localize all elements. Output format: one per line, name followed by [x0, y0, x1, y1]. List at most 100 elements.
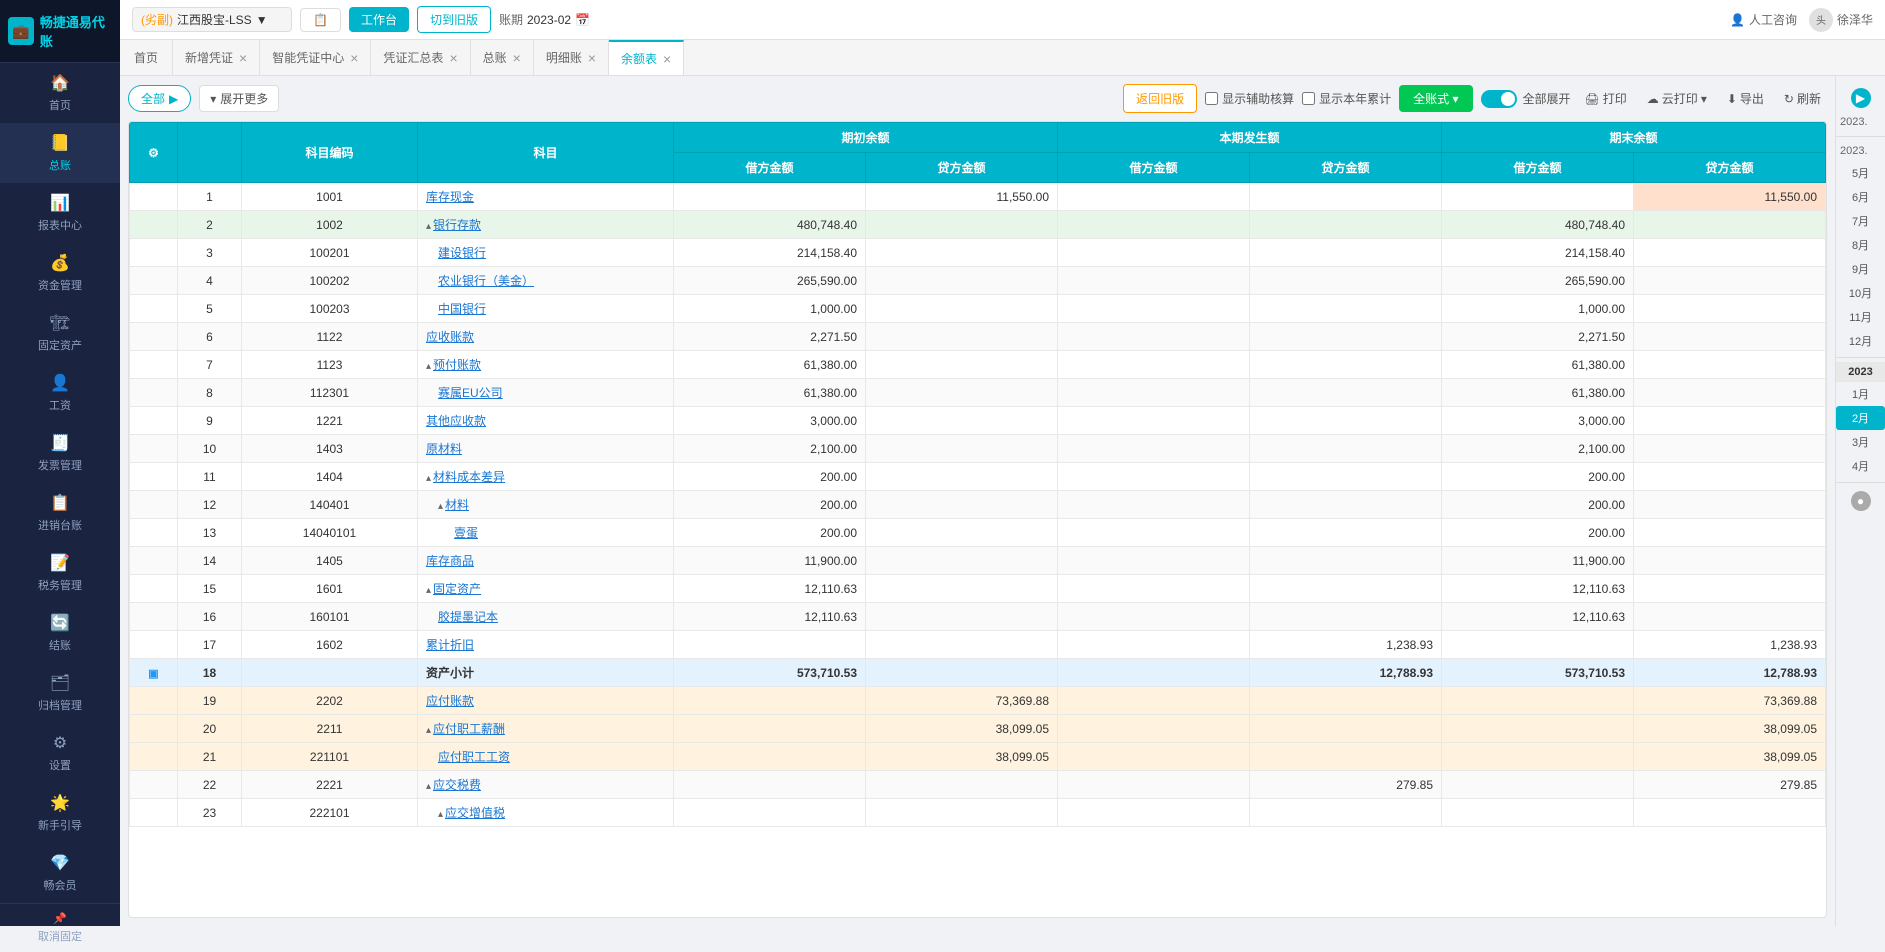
row-name[interactable]: ▴材料 — [418, 491, 674, 519]
month-12[interactable]: 12月 — [1836, 329, 1885, 353]
account-name-link[interactable]: 壹蛋 — [454, 526, 478, 540]
tab-detail-ledger-close[interactable]: × — [588, 51, 596, 65]
month-3[interactable]: 3月 — [1836, 430, 1885, 454]
account-name-link[interactable]: 累计折旧 — [426, 638, 474, 652]
row-name[interactable]: ▴应付职工薪酬 — [418, 715, 674, 743]
row-name[interactable]: ▴固定资产 — [418, 575, 674, 603]
refresh-button[interactable]: ↻ 刷新 — [1778, 86, 1827, 111]
row-name[interactable]: 应付职工工资 — [418, 743, 674, 771]
account-name-link[interactable]: 农业银行（美金） — [438, 274, 534, 288]
tab-voucher-summary[interactable]: 凭证汇总表 × — [371, 40, 470, 75]
show-ytd-input[interactable] — [1302, 92, 1315, 105]
tab-voucher-summary-close[interactable]: × — [449, 51, 457, 65]
switch-version-button[interactable]: 切到旧版 — [417, 6, 491, 33]
tab-balance-sheet[interactable]: 余额表 × — [609, 40, 684, 75]
row-name[interactable]: 建设银行 — [418, 239, 674, 267]
row-name[interactable]: 其他应收款 — [418, 407, 674, 435]
account-name-link[interactable]: 材料 — [445, 498, 469, 512]
account-name-link[interactable]: 建设银行 — [438, 246, 486, 260]
month-6[interactable]: 6月 — [1836, 185, 1885, 209]
row-name[interactable]: 原材料 — [418, 435, 674, 463]
account-name-link[interactable]: 库存现金 — [426, 190, 474, 204]
account-name-link[interactable]: 赛属EU公司 — [438, 386, 503, 400]
filter-all-button[interactable]: 全部 ▶ — [128, 85, 191, 112]
row-name[interactable]: ▴应交增值税 — [418, 799, 674, 827]
row-name[interactable]: 农业银行（美金） — [418, 267, 674, 295]
sidebar-item-guide[interactable]: 🌟 新手引导 — [0, 783, 120, 843]
account-name-link[interactable]: 应付职工工资 — [438, 750, 510, 764]
account-name-link[interactable]: 中国银行 — [438, 302, 486, 316]
return-old-button[interactable]: 返回旧版 — [1123, 84, 1197, 113]
th-config[interactable]: ⚙ — [130, 123, 178, 183]
account-name-link[interactable]: 材料成本差异 — [433, 470, 505, 484]
account-name-link[interactable]: 银行存款 — [433, 218, 481, 232]
sidebar-item-settle[interactable]: 🔄 结账 — [0, 603, 120, 663]
print-button[interactable]: 🖨 打印 — [1579, 86, 1633, 111]
row-name[interactable]: 胶提墨记本 — [418, 603, 674, 631]
account-name-link[interactable]: 应交增值税 — [445, 806, 505, 820]
copy-company-button[interactable]: 📋 — [300, 8, 341, 32]
account-name-link[interactable]: 应交税费 — [433, 778, 481, 792]
month-7[interactable]: 7月 — [1836, 209, 1885, 233]
account-name-link[interactable]: 其他应收款 — [426, 414, 486, 428]
account-name-link[interactable]: 固定资产 — [433, 582, 481, 596]
right-panel-close[interactable]: ▶ — [1851, 88, 1871, 108]
month-8[interactable]: 8月 — [1836, 233, 1885, 257]
row-name[interactable]: 赛属EU公司 — [418, 379, 674, 407]
month-4[interactable]: 4月 — [1836, 454, 1885, 478]
unpin-button[interactable]: 📌 取消固定 — [0, 904, 120, 952]
export-button[interactable]: ⬇ 导出 — [1721, 86, 1770, 111]
month-10[interactable]: 10月 — [1836, 281, 1885, 305]
account-name-link[interactable]: 胶提墨记本 — [438, 610, 498, 624]
show-auxiliary-input[interactable] — [1205, 92, 1218, 105]
cloud-print-button[interactable]: ☁ 云打印 ▾ — [1641, 86, 1713, 111]
company-selector[interactable]: (劣副) 江西股宝-LSS ▼ — [132, 7, 292, 32]
show-ytd-checkbox[interactable]: 显示本年累计 — [1302, 90, 1391, 107]
sidebar-item-ledger[interactable]: 📒 总账 — [0, 123, 120, 183]
tab-smart-voucher[interactable]: 智能凭证中心 × — [260, 40, 371, 75]
year-2023-current[interactable]: 2023 — [1836, 362, 1885, 382]
user-menu[interactable]: 头 徐泽华 — [1809, 8, 1873, 32]
expand-more-button[interactable]: ▾ 展开更多 — [199, 85, 279, 112]
row-name[interactable]: 中国银行 — [418, 295, 674, 323]
row-name[interactable]: ▴预付账款 — [418, 351, 674, 379]
month-2[interactable]: 2月 — [1836, 406, 1885, 430]
sidebar-item-vip[interactable]: 💎 畅会员 — [0, 843, 120, 903]
month-11[interactable]: 11月 — [1836, 305, 1885, 329]
account-name-link[interactable]: 预付账款 — [433, 358, 481, 372]
account-name-link[interactable]: 应付职工薪酬 — [433, 722, 505, 736]
row-name[interactable]: 壹蛋 — [418, 519, 674, 547]
sidebar-item-reports[interactable]: 📊 报表中心 — [0, 183, 120, 243]
tab-new-voucher-close[interactable]: × — [239, 51, 247, 65]
row-name[interactable]: 库存现金 — [418, 183, 674, 211]
show-auxiliary-checkbox[interactable]: 显示辅助核算 — [1205, 90, 1294, 107]
row-name[interactable]: 应收账款 — [418, 323, 674, 351]
row-name[interactable]: ▴应交税费 — [418, 771, 674, 799]
row-name[interactable]: 累计折旧 — [418, 631, 674, 659]
tab-new-voucher[interactable]: 新增凭证 × — [173, 40, 260, 75]
row-name[interactable]: ▴银行存款 — [418, 211, 674, 239]
calendar-icon[interactable]: 📅 — [575, 13, 590, 27]
sidebar-item-home[interactable]: 🏠 首页 — [0, 63, 120, 123]
month-5[interactable]: 5月 — [1836, 161, 1885, 185]
tab-general-ledger[interactable]: 总账 × — [471, 40, 534, 75]
tab-general-ledger-close[interactable]: × — [513, 51, 521, 65]
consult-button[interactable]: 👤 人工咨询 — [1730, 11, 1797, 28]
toggle-control[interactable] — [1481, 90, 1517, 108]
sidebar-item-invoice[interactable]: 🧾 发票管理 — [0, 423, 120, 483]
account-name-link[interactable]: 应收账款 — [426, 330, 474, 344]
right-panel-toggle[interactable]: ● — [1851, 491, 1871, 511]
month-1[interactable]: 1月 — [1836, 382, 1885, 406]
row-name[interactable]: 应付账款 — [418, 687, 674, 715]
sidebar-item-archive[interactable]: 🗂 归档管理 — [0, 663, 120, 723]
sidebar-item-fixed-assets[interactable]: 🏗 固定资产 — [0, 303, 120, 363]
sidebar-item-tax[interactable]: 📝 税务管理 — [0, 543, 120, 603]
row-name[interactable]: 库存商品 — [418, 547, 674, 575]
full-style-button[interactable]: 全账式 ▾ — [1399, 85, 1472, 112]
tab-smart-voucher-close[interactable]: × — [350, 51, 358, 65]
tab-balance-sheet-close[interactable]: × — [663, 52, 671, 66]
sidebar-item-purchase-sales[interactable]: 📋 进销台账 — [0, 483, 120, 543]
sidebar-item-funds[interactable]: 💰 资金管理 — [0, 243, 120, 303]
sidebar-item-hr[interactable]: 👤 工资 — [0, 363, 120, 423]
account-name-link[interactable]: 应付账款 — [426, 694, 474, 708]
